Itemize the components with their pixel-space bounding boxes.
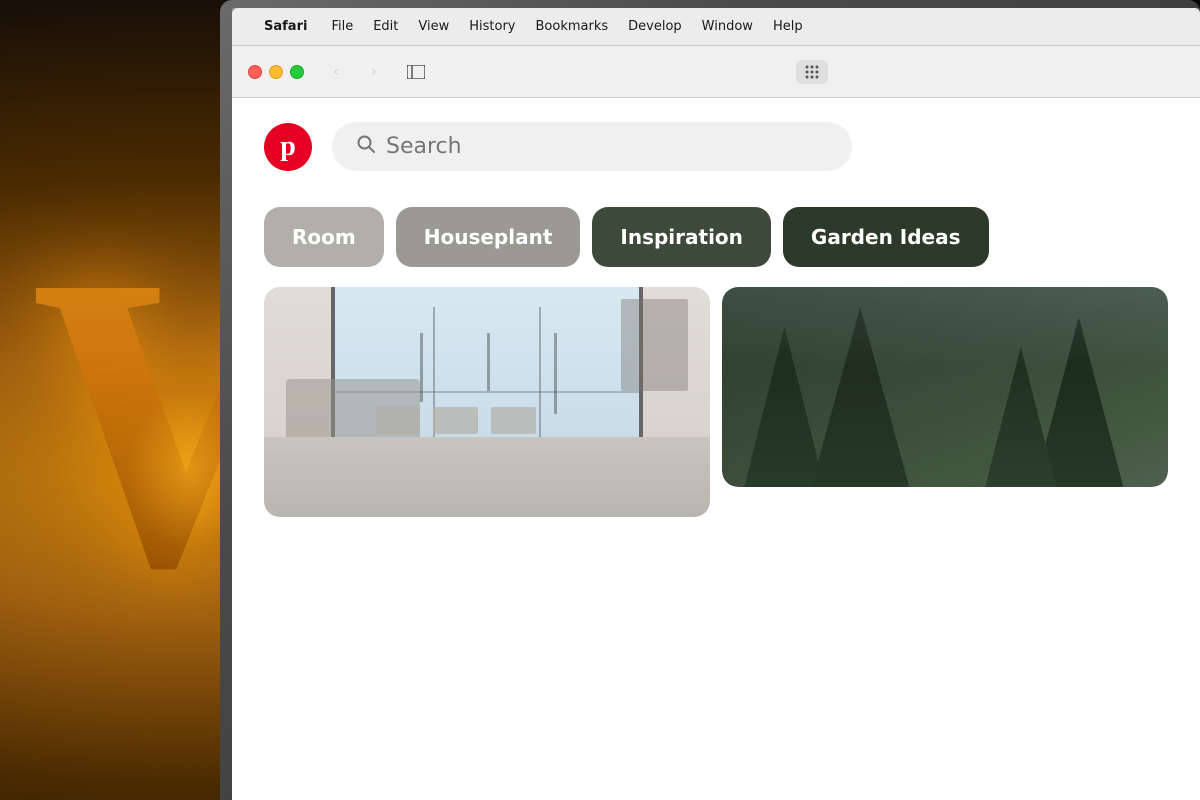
room-image-card[interactable]: [264, 287, 710, 517]
trees-image-card[interactable]: [722, 287, 1168, 487]
tab-area: [440, 60, 1184, 84]
pinterest-header: p Search: [232, 98, 1200, 191]
menubar-window[interactable]: Window: [694, 17, 761, 36]
category-garden-ideas[interactable]: Garden Ideas: [783, 207, 989, 267]
browser-content: p Search Room Houseplant: [232, 98, 1200, 800]
screen-bezel: Safari File Edit View History Bookmarks …: [232, 8, 1200, 800]
menubar-view[interactable]: View: [410, 17, 457, 36]
grid-icon: [804, 64, 820, 80]
browser-window: Safari File Edit View History Bookmarks …: [232, 8, 1200, 800]
search-placeholder-text: Search: [386, 134, 462, 159]
sidebar-toggle-button[interactable]: [402, 58, 430, 86]
category-row: Room Houseplant Inspiration Garden Ideas: [232, 191, 1200, 287]
category-room[interactable]: Room: [264, 207, 384, 267]
menubar-develop[interactable]: Develop: [620, 17, 690, 36]
menubar-safari[interactable]: Safari: [256, 17, 315, 36]
grid-column-left: [264, 287, 710, 517]
forward-arrow-icon: ›: [371, 64, 377, 80]
pinterest-logo[interactable]: p: [264, 123, 312, 171]
minimize-button[interactable]: [269, 65, 283, 79]
menubar: Safari File Edit View History Bookmarks …: [232, 8, 1200, 46]
safari-toolbar: ‹ ›: [232, 46, 1200, 98]
close-button[interactable]: [248, 65, 262, 79]
category-houseplant[interactable]: Houseplant: [396, 207, 581, 267]
menubar-history[interactable]: History: [461, 17, 523, 36]
menubar-bookmarks[interactable]: Bookmarks: [528, 17, 617, 36]
tab-overview-button[interactable]: [796, 60, 828, 84]
sidebar-icon: [407, 65, 425, 79]
category-inspiration[interactable]: Inspiration: [592, 207, 771, 267]
menubar-edit[interactable]: Edit: [365, 17, 406, 36]
maximize-button[interactable]: [290, 65, 304, 79]
grid-column-right: [722, 287, 1168, 517]
traffic-lights: [248, 65, 304, 79]
back-arrow-icon: ‹: [333, 64, 339, 80]
image-grid: [232, 287, 1200, 517]
laptop-frame: Safari File Edit View History Bookmarks …: [220, 0, 1200, 800]
menubar-help[interactable]: Help: [765, 17, 811, 36]
menubar-file[interactable]: File: [323, 17, 361, 36]
search-icon: [356, 134, 376, 159]
search-bar[interactable]: Search: [332, 122, 852, 171]
back-button[interactable]: ‹: [322, 58, 350, 86]
forward-button[interactable]: ›: [360, 58, 388, 86]
